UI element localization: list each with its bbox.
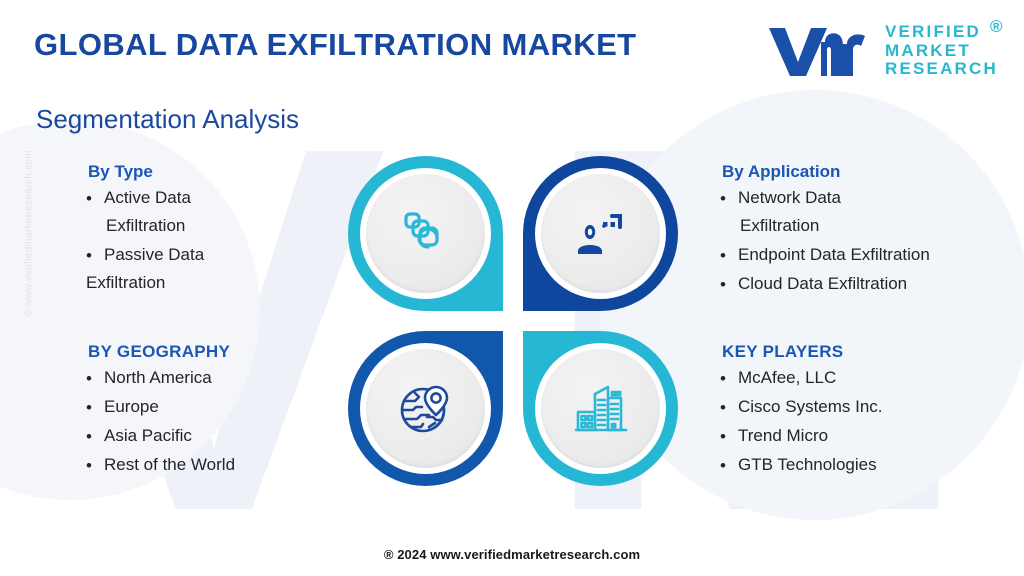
quadrant-inner-disc — [541, 174, 660, 293]
bullet-icon: • — [720, 456, 726, 475]
list-item-line-1: Rest of the World — [104, 455, 236, 474]
footer-url: ® 2024 www.verifiedmarketresearch.com — [383, 547, 641, 562]
logo-line-2: MARKET — [884, 40, 971, 60]
segment-list-by-application: • Network Data Exfiltration • Endpoint D… — [712, 189, 1024, 294]
bullet-icon: • — [720, 369, 726, 388]
infographic-page: V M GLOBAL DATA EXFILTRATION MARKET Segm… — [0, 0, 1024, 576]
list-item-line-2: Exfiltration — [106, 216, 186, 235]
list-item-line-1: Network Data — [738, 188, 841, 207]
list-item-line-1: Passive Data — [104, 245, 205, 264]
quadrant-bottom-right — [523, 331, 678, 486]
bullet-icon: • — [720, 398, 726, 417]
segmentation-quadrant-graphic — [348, 156, 678, 486]
list-item: • Network Data Exfiltration — [712, 189, 1024, 234]
list-item-line-1: McAfee, LLC — [738, 368, 837, 387]
bullet-icon: • — [86, 369, 92, 388]
list-item-line-1: Active Data — [104, 188, 191, 207]
segment-heading-by-type: By Type — [88, 162, 153, 181]
bullet-icon: • — [720, 427, 726, 446]
quadrant-inner-disc — [366, 349, 485, 468]
quadrant-inner-disc — [366, 174, 485, 293]
list-item-line-2: Exfiltration — [86, 273, 166, 292]
segment-by-type: By Type • Active Data Exfiltration • Pas… — [78, 162, 348, 303]
segment-by-application: By Application • Network Data Exfiltrati… — [712, 162, 1024, 304]
list-item: • Passive Data Exfiltration — [78, 246, 348, 291]
list-item: • McAfee, LLC — [712, 368, 1024, 388]
vmr-monogram-icon — [768, 28, 865, 76]
list-item-line-1: Europe — [104, 397, 159, 416]
section-subtitle: Segmentation Analysis — [36, 104, 300, 134]
list-item-line-1: Trend Micro — [738, 426, 829, 445]
segment-list-key-players: • McAfee, LLC • Cisco Systems Inc. • Tre… — [712, 368, 1024, 475]
list-item: • Cloud Data Exfiltration — [712, 274, 1024, 294]
bullet-icon: • — [86, 398, 92, 417]
registered-mark-icon: ® — [990, 17, 1005, 37]
list-item: • GTB Technologies — [712, 455, 1024, 475]
side-watermark: © www.verifiedmarketresearch.com — [23, 150, 35, 318]
list-item-line-1: Endpoint Data Exfiltration — [738, 245, 930, 264]
segment-list-by-geography: • North America • Europe • Asia Pacific … — [78, 368, 348, 475]
list-item-line-2: Exfiltration — [740, 216, 820, 235]
brand-logo: VERIFIED ® MARKET RESEARCH — [765, 17, 1005, 80]
quadrant-top-left — [348, 156, 503, 311]
city-buildings-icon — [574, 385, 627, 431]
globe-location-pin-icon — [400, 385, 448, 432]
list-item: • Active Data Exfiltration — [78, 189, 348, 234]
logo-line-3: RESEARCH — [884, 59, 998, 79]
quadrant-top-right — [523, 156, 678, 311]
quadrant-bottom-left — [348, 331, 503, 486]
segment-key-players: KEY PLAYERS • McAfee, LLC • Cisco System… — [712, 342, 1024, 485]
list-item: • Trend Micro — [712, 426, 1024, 446]
segment-heading-by-geography: BY GEOGRAPHY — [88, 342, 231, 361]
segment-list-by-type: • Active Data Exfiltration • Passive Dat… — [78, 189, 348, 291]
segment-by-geography: BY GEOGRAPHY • North America • Europe • … — [78, 342, 348, 485]
bullet-icon: • — [720, 189, 726, 208]
logo-line-1: VERIFIED ® — [884, 17, 1005, 42]
bullet-icon: • — [86, 427, 92, 446]
list-item: • North America — [78, 368, 348, 388]
list-item-line-1: Asia Pacific — [104, 426, 192, 445]
list-item-line-1: North America — [104, 368, 212, 387]
list-item-line-1: Cisco Systems Inc. — [738, 397, 883, 416]
list-item: • Cisco Systems Inc. — [712, 397, 1024, 417]
list-item: • Asia Pacific — [78, 426, 348, 446]
bullet-icon: • — [720, 275, 726, 294]
list-item: • Rest of the World — [78, 455, 348, 475]
quadrant-inner-disc — [541, 349, 660, 468]
list-item-line-1: Cloud Data Exfiltration — [738, 274, 908, 293]
segment-heading-by-application: By Application — [722, 162, 841, 181]
stacked-data-squares-icon — [403, 211, 439, 249]
segment-heading-key-players: KEY PLAYERS — [722, 342, 844, 361]
bullet-icon: • — [86, 456, 92, 475]
logo-wordmark: VERIFIED ® MARKET RESEARCH — [884, 17, 1005, 79]
bullet-icon: • — [720, 246, 726, 265]
list-item-line-1: GTB Technologies — [738, 455, 877, 474]
page-title: GLOBAL DATA EXFILTRATION MARKET — [34, 27, 637, 62]
list-item: • Endpoint Data Exfiltration — [712, 245, 1024, 265]
user-endpoint-icon — [577, 213, 622, 254]
bullet-icon: • — [86, 246, 92, 265]
bullet-icon: • — [86, 189, 92, 208]
list-item: • Europe — [78, 397, 348, 417]
